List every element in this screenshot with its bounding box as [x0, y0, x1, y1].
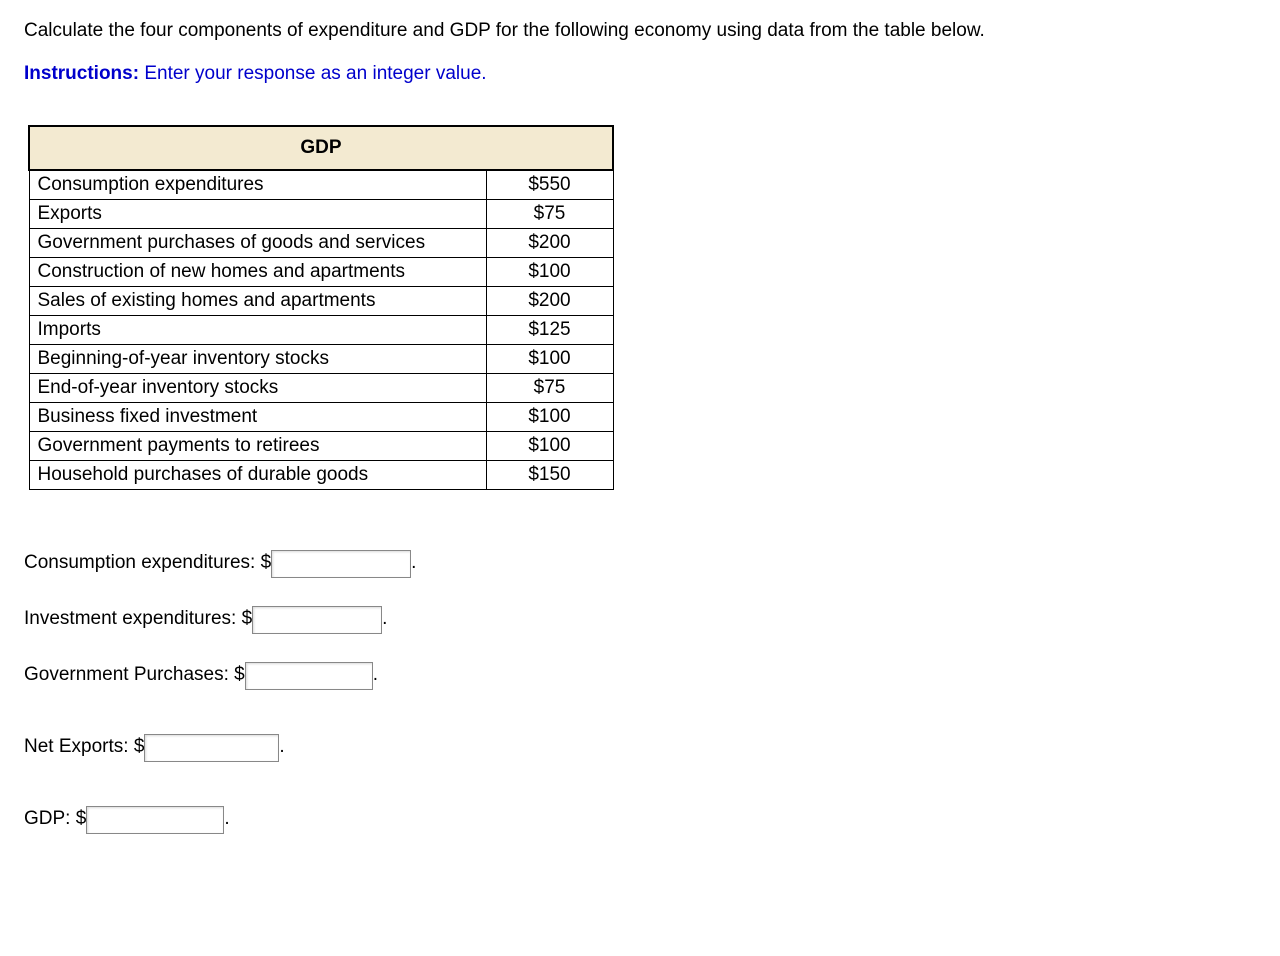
row-label: Beginning-of-year inventory stocks — [29, 344, 486, 373]
instructions-line: Instructions: Enter your response as an … — [24, 63, 1256, 85]
row-label: Exports — [29, 199, 486, 228]
table-row: Construction of new homes and apartments… — [29, 257, 613, 286]
consumption-input[interactable] — [271, 550, 411, 578]
instructions-text: Enter your response as an integer value. — [139, 63, 486, 84]
gdp-table: GDP Consumption expenditures $550 Export… — [28, 125, 614, 490]
row-value: $125 — [486, 315, 613, 344]
row-value: $550 — [486, 170, 613, 200]
period: . — [411, 552, 416, 573]
row-value: $75 — [486, 199, 613, 228]
table-header: GDP — [29, 126, 613, 170]
row-label: Consumption expenditures — [29, 170, 486, 200]
table-row: Imports $125 — [29, 315, 613, 344]
answer-label: Government Purchases: $ — [24, 664, 245, 685]
row-label: Construction of new homes and apartments — [29, 257, 486, 286]
table-row: Consumption expenditures $550 — [29, 170, 613, 200]
row-value: $150 — [486, 460, 613, 489]
period: . — [382, 608, 387, 629]
row-label: Household purchases of durable goods — [29, 460, 486, 489]
answer-row-government: Government Purchases: $. — [24, 662, 1256, 690]
table-row: Exports $75 — [29, 199, 613, 228]
answer-label: Investment expenditures: $ — [24, 608, 252, 629]
row-label: Government payments to retirees — [29, 431, 486, 460]
government-input[interactable] — [245, 662, 373, 690]
period: . — [224, 808, 229, 829]
row-value: $100 — [486, 431, 613, 460]
question-text: Calculate the four components of expendi… — [24, 18, 1256, 45]
table-row: End-of-year inventory stocks $75 — [29, 373, 613, 402]
row-label: Imports — [29, 315, 486, 344]
row-value: $200 — [486, 228, 613, 257]
answer-label: GDP: $ — [24, 808, 86, 829]
answer-row-netexports: Net Exports: $. — [24, 734, 1256, 762]
table-row: Government purchases of goods and servic… — [29, 228, 613, 257]
row-label: Sales of existing homes and apartments — [29, 286, 486, 315]
answer-label: Net Exports: $ — [24, 736, 144, 757]
row-label: End-of-year inventory stocks — [29, 373, 486, 402]
row-value: $75 — [486, 373, 613, 402]
table-row: Sales of existing homes and apartments $… — [29, 286, 613, 315]
table-row: Business fixed investment $100 — [29, 402, 613, 431]
row-value: $200 — [486, 286, 613, 315]
instructions-label: Instructions: — [24, 63, 139, 84]
table-row: Beginning-of-year inventory stocks $100 — [29, 344, 613, 373]
answer-row-consumption: Consumption expenditures: $. — [24, 550, 1256, 578]
row-label: Business fixed investment — [29, 402, 486, 431]
row-value: $100 — [486, 257, 613, 286]
gdp-input[interactable] — [86, 806, 224, 834]
row-value: $100 — [486, 344, 613, 373]
answer-row-investment: Investment expenditures: $. — [24, 606, 1256, 634]
table-row: Government payments to retirees $100 — [29, 431, 613, 460]
netexports-input[interactable] — [144, 734, 279, 762]
period: . — [373, 664, 378, 685]
investment-input[interactable] — [252, 606, 382, 634]
period: . — [279, 736, 284, 757]
row-label: Government purchases of goods and servic… — [29, 228, 486, 257]
answer-row-gdp: GDP: $. — [24, 806, 1256, 834]
row-value: $100 — [486, 402, 613, 431]
table-row: Household purchases of durable goods $15… — [29, 460, 613, 489]
answer-label: Consumption expenditures: $ — [24, 552, 271, 573]
